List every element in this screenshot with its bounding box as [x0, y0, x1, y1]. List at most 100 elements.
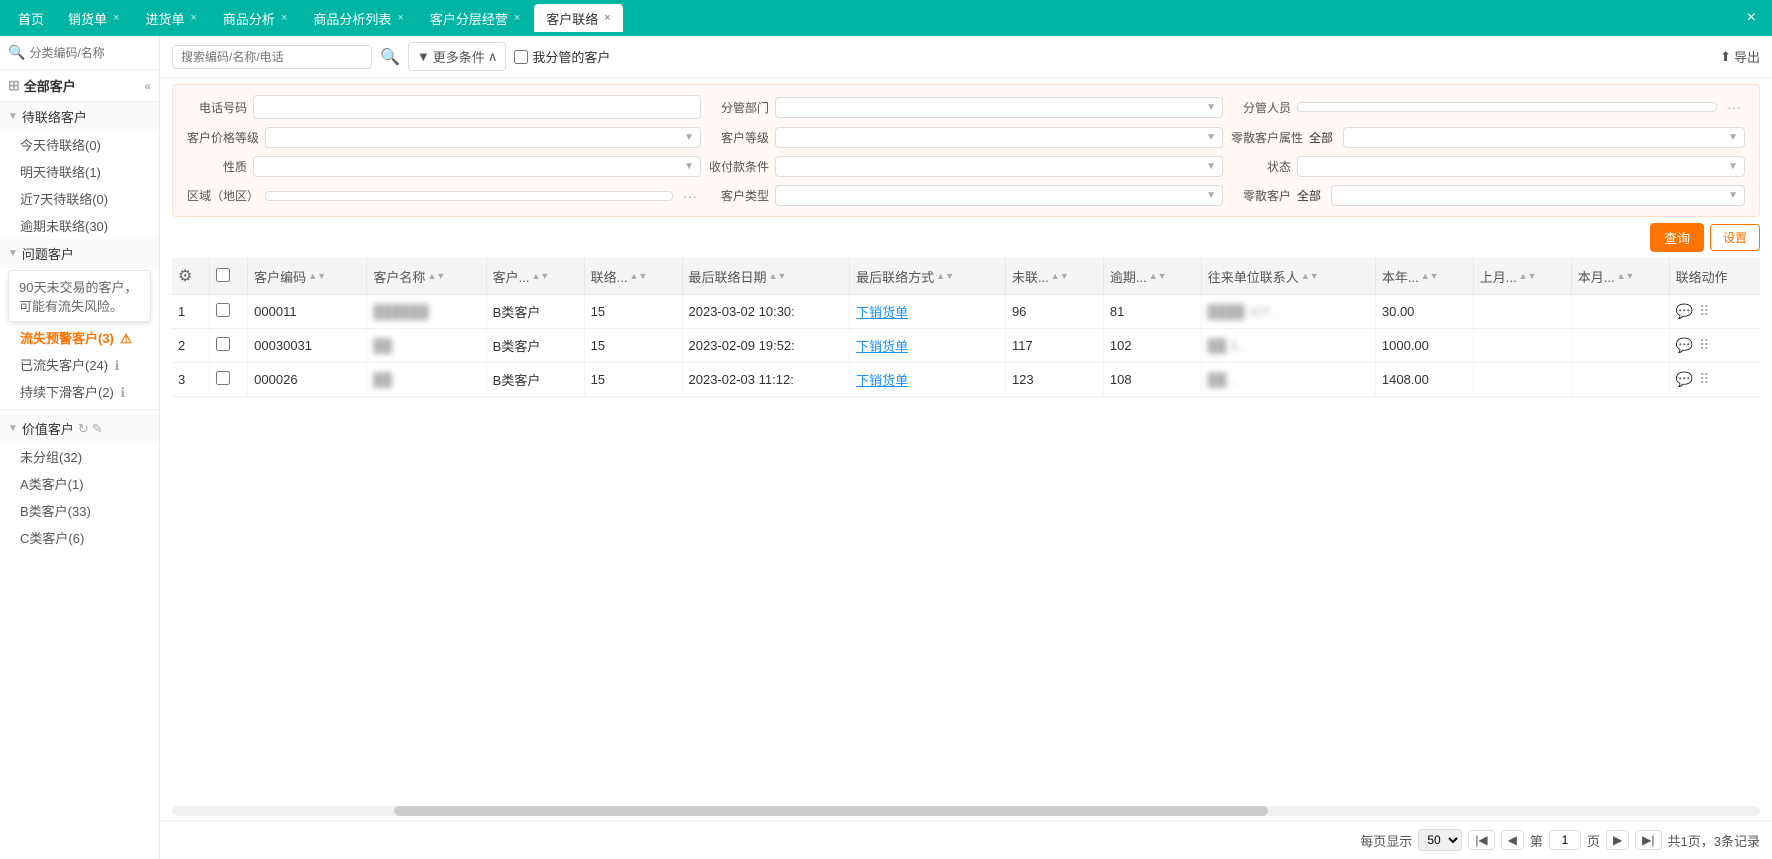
row-checkbox[interactable]	[216, 303, 230, 317]
export-button[interactable]: ⬆ 导出	[1720, 47, 1760, 66]
phone-input[interactable]	[253, 95, 701, 119]
contact-method-link[interactable]: 下销货单	[856, 373, 908, 388]
col-header-settings[interactable]: ⚙	[172, 258, 210, 295]
sidebar-item-class-c[interactable]: C类客户(6)	[0, 524, 159, 551]
payment-select[interactable]: ▼	[775, 156, 1223, 177]
collapse-icon[interactable]: «	[144, 79, 151, 93]
chevron-icon: ∧	[488, 49, 498, 65]
settings-gear-icon[interactable]: ⚙	[178, 268, 192, 285]
col-header-last-contact-date[interactable]: 最后联络日期 ▲▼	[682, 258, 850, 295]
gender-select[interactable]: ▼	[253, 156, 701, 177]
staff-label: 分管人员	[1231, 99, 1291, 116]
contact-action-icon[interactable]: 💬	[1676, 303, 1693, 320]
page-input[interactable]	[1549, 830, 1581, 850]
sidebar-item-churn-risk[interactable]: 流失预警客户(3) ⚠	[0, 324, 159, 351]
tab-sales-close[interactable]: ×	[113, 12, 119, 24]
sidebar-item-today[interactable]: 今天待联络(0)	[0, 131, 159, 158]
my-customers-checkbox[interactable]	[514, 50, 528, 64]
next-page-button[interactable]: ▶	[1606, 830, 1629, 850]
more-action-icon[interactable]: ⠿	[1699, 303, 1709, 320]
refresh-icon[interactable]: ↻	[78, 421, 89, 437]
retail-customer-select[interactable]: ▼	[1331, 185, 1745, 206]
status-select[interactable]: ▼	[1297, 156, 1745, 177]
customer-type-select[interactable]: ▼	[775, 185, 1223, 206]
search-input[interactable]	[172, 45, 372, 69]
first-page-button[interactable]: |◀	[1468, 830, 1494, 850]
edit-icon[interactable]: ✎	[92, 421, 103, 437]
price-level-select[interactable]: ▼	[265, 127, 701, 148]
dept-select[interactable]: ▼	[775, 97, 1223, 118]
col-header-uncontacted[interactable]: 未联... ▲▼	[1005, 258, 1103, 295]
sidebar-item-unsorted[interactable]: 未分组(32)	[0, 443, 159, 470]
last-page-button[interactable]: ▶|	[1635, 830, 1661, 850]
sidebar-search-input[interactable]	[29, 46, 160, 60]
cell-checkbox[interactable]	[210, 295, 248, 329]
sidebar-item-overdue[interactable]: 逾期未联络(30)	[0, 212, 159, 239]
col-header-contact[interactable]: 联络... ▲▼	[584, 258, 682, 295]
sidebar-item-class-a[interactable]: A类客户(1)	[0, 470, 159, 497]
horizontal-scrollbar[interactable]	[172, 806, 1760, 816]
sidebar-group-pending[interactable]: ▼ 待联络客户	[0, 102, 159, 131]
col-header-overdue[interactable]: 逾期... ▲▼	[1103, 258, 1201, 295]
staff-dots[interactable]: ···	[1723, 99, 1745, 115]
col-header-name[interactable]: 客户名称 ▲▼	[367, 258, 486, 295]
cell-last-contact-method[interactable]: 下销货单	[850, 295, 1006, 329]
col-header-unit-contact[interactable]: 往来单位联系人 ▲▼	[1201, 258, 1375, 295]
my-customers-filter[interactable]: 我分管的客户	[514, 47, 610, 66]
select-all-checkbox[interactable]	[216, 268, 230, 282]
home-tab[interactable]: 首页	[8, 9, 54, 28]
contact-method-link[interactable]: 下销货单	[856, 305, 908, 320]
row-checkbox[interactable]	[216, 337, 230, 351]
contact-method-link[interactable]: 下销货单	[856, 339, 908, 354]
settings-button[interactable]: 设置	[1710, 224, 1760, 251]
customer-level-select[interactable]: ▼	[775, 127, 1223, 148]
search-button[interactable]: 🔍	[380, 47, 400, 67]
tab-customer-tier[interactable]: 客户分层经营 ×	[418, 4, 532, 32]
staff-select[interactable]	[1297, 102, 1717, 112]
sidebar-group-churn[interactable]: ▼ 问题客户	[0, 239, 159, 268]
col-header-code[interactable]: 客户编码 ▲▼	[248, 258, 367, 295]
cell-checkbox[interactable]	[210, 363, 248, 397]
area-dots[interactable]: ···	[679, 188, 701, 204]
tab-analysis[interactable]: 商品分析 ×	[211, 4, 299, 32]
cell-checkbox[interactable]	[210, 329, 248, 363]
col-header-this-year[interactable]: 本年... ▲▼	[1375, 258, 1473, 295]
tab-sales[interactable]: 销货单 ×	[56, 4, 131, 32]
all-customers-row[interactable]: ⊞ 全部客户 «	[0, 70, 159, 102]
tab-customer-tier-close[interactable]: ×	[514, 12, 520, 24]
col-header-last-month[interactable]: 上月... ▲▼	[1473, 258, 1571, 295]
sidebar-item-7days[interactable]: 近7天待联络(0)	[0, 185, 159, 212]
sidebar-group-value[interactable]: ▼ 价值客户 ↻ ✎	[0, 414, 159, 443]
retail-attr-select[interactable]: ▼	[1343, 127, 1745, 148]
row-checkbox[interactable]	[216, 371, 230, 385]
more-action-icon[interactable]: ⠿	[1699, 371, 1709, 388]
tab-analysis-list[interactable]: 商品分析列表 ×	[301, 4, 415, 32]
tab-customer-contact-close[interactable]: ×	[604, 12, 610, 24]
more-conditions-label: 更多条件	[433, 47, 485, 66]
more-conditions-button[interactable]: ▼ 更多条件 ∧	[408, 42, 506, 71]
sidebar-item-declining[interactable]: 持续下滑客户(2) ℹ	[0, 378, 159, 405]
more-action-icon[interactable]: ⠿	[1699, 337, 1709, 354]
query-button[interactable]: 查询	[1650, 223, 1704, 252]
col-header-checkbox[interactable]	[210, 258, 248, 295]
col-header-type[interactable]: 客户... ▲▼	[486, 258, 584, 295]
tab-customer-contact[interactable]: 客户联络 ×	[534, 4, 622, 32]
cell-last-contact-method[interactable]: 下销货单	[850, 329, 1006, 363]
per-page-select[interactable]: 50	[1418, 829, 1462, 851]
col-header-this-month[interactable]: 本月... ▲▼	[1571, 258, 1669, 295]
sidebar-item-tomorrow[interactable]: 明天待联络(1)	[0, 158, 159, 185]
scroll-thumb[interactable]	[394, 806, 1267, 816]
tab-purchase[interactable]: 进货单 ×	[133, 4, 208, 32]
sidebar-item-class-b[interactable]: B类客户(33)	[0, 497, 159, 524]
contact-action-icon[interactable]: 💬	[1676, 337, 1693, 354]
tab-analysis-close[interactable]: ×	[281, 12, 287, 24]
close-all-button[interactable]: ×	[1739, 9, 1764, 27]
sidebar-item-lost[interactable]: 已流失客户(24) ℹ	[0, 351, 159, 378]
tab-purchase-close[interactable]: ×	[190, 12, 196, 24]
tab-analysis-list-close[interactable]: ×	[397, 12, 403, 24]
contact-action-icon[interactable]: 💬	[1676, 371, 1693, 388]
cell-last-contact-method[interactable]: 下销货单	[850, 363, 1006, 397]
area-select[interactable]	[265, 191, 673, 201]
prev-page-button[interactable]: ◀	[1501, 830, 1524, 850]
col-header-last-contact-method[interactable]: 最后联络方式 ▲▼	[850, 258, 1006, 295]
